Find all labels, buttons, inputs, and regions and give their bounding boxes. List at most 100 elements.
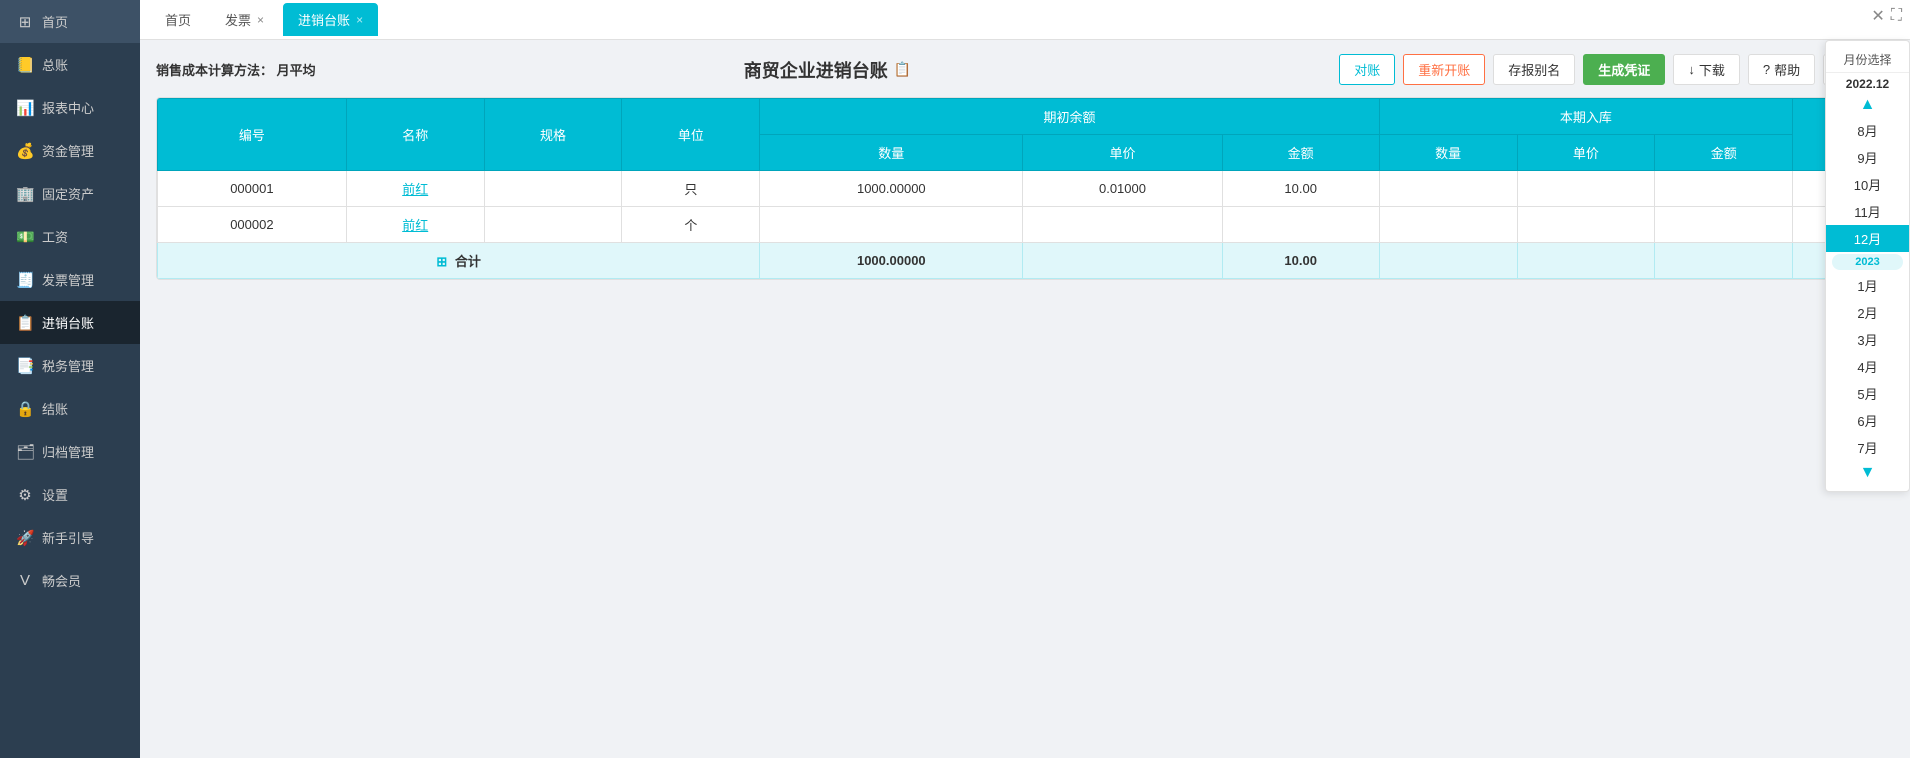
- month-item-11[interactable]: 11月: [1826, 198, 1909, 225]
- tab-purchase-sales[interactable]: 进销台账 ×: [283, 3, 378, 36]
- tab-purchase-sales-close[interactable]: ×: [356, 13, 363, 27]
- sidebar-label-tax: 税务管理: [42, 356, 94, 375]
- sidebar-item-tax[interactable]: 📑 税务管理: [0, 344, 140, 387]
- generate-button[interactable]: 生成凭证: [1583, 54, 1665, 85]
- save-as-button[interactable]: 存报别名: [1493, 54, 1575, 85]
- row1-start-qty: 1000.00000: [760, 171, 1023, 207]
- month-item-4[interactable]: 4月: [1826, 353, 1909, 380]
- toolbar-buttons: 对账 重新开账 存报别名 生成凭证 ↓ 下载 ? 帮助: [1339, 54, 1894, 85]
- row1-name[interactable]: 前红: [346, 171, 484, 207]
- row2-in-amount: [1655, 207, 1793, 243]
- month-item-9[interactable]: 9月: [1826, 144, 1909, 171]
- sidebar-item-salary[interactable]: 💵 工资: [0, 215, 140, 258]
- sidebar-item-close[interactable]: 🔒 结账: [0, 387, 140, 430]
- row1-start-amount: 10.00: [1222, 171, 1379, 207]
- ledger-icon: 📒: [16, 56, 34, 74]
- row2-spec: [484, 207, 622, 243]
- archive-icon: 🗂: [16, 443, 34, 461]
- sidebar-label-close: 结账: [42, 399, 68, 418]
- info-bar: 销售成本计算方法： 月平均 商贸企业进销台账 📋 对账 重新开账 存报别名 生成…: [156, 54, 1894, 85]
- month-item-5[interactable]: 5月: [1826, 380, 1909, 407]
- tab-purchase-sales-label: 进销台账: [298, 10, 350, 29]
- total-start-amount: 10.00: [1222, 243, 1379, 279]
- sidebar-item-guide[interactable]: 🚀 新手引导: [0, 516, 140, 559]
- row2-start-price: [1023, 207, 1222, 243]
- sidebar-item-invoice-mgmt[interactable]: 🧾 发票管理: [0, 258, 140, 301]
- month-picker-up-arrow[interactable]: ▲: [1826, 93, 1909, 117]
- month-item-3[interactable]: 3月: [1826, 326, 1909, 353]
- tab-home[interactable]: 首页: [150, 3, 206, 36]
- settings-icon: ⚙: [16, 486, 34, 504]
- row1-spec: [484, 171, 622, 207]
- sidebar-item-assets[interactable]: 🏢 固定资产: [0, 172, 140, 215]
- col-start-price: 单价: [1023, 135, 1222, 171]
- sidebar-item-member[interactable]: V 畅会员: [0, 559, 140, 602]
- reports-icon: 📊: [16, 99, 34, 117]
- row1-code: 000001: [158, 171, 347, 207]
- main-content: ✕ ⛶ 首页 发票 × 进销台账 × 销售成本计算方法： 月平均 商贸企业进销台…: [140, 0, 1910, 758]
- sidebar-item-settings[interactable]: ⚙ 设置: [0, 473, 140, 516]
- row1-start-price: 0.01000: [1023, 171, 1222, 207]
- month-picker-year-2023: 2023: [1832, 254, 1903, 270]
- table-row: 000001 前红 只 1000.00000 0.01000 10.00: [158, 171, 1893, 207]
- cost-method-value: 月平均: [277, 63, 316, 78]
- row2-in-price: [1517, 207, 1655, 243]
- row2-code: 000002: [158, 207, 347, 243]
- sidebar-label-purchase-sales: 进销台账: [42, 313, 94, 332]
- sidebar-item-reports[interactable]: 📊 报表中心: [0, 86, 140, 129]
- help-icon: ?: [1763, 62, 1770, 77]
- sidebar-item-funds[interactable]: 💰 资金管理: [0, 129, 140, 172]
- month-picker-down-arrow[interactable]: ▼: [1826, 461, 1909, 485]
- sidebar-item-ledger[interactable]: 📒 总账: [0, 43, 140, 86]
- month-item-1[interactable]: 1月: [1826, 272, 1909, 299]
- month-item-7[interactable]: 7月: [1826, 434, 1909, 461]
- col-in-qty: 数量: [1379, 135, 1517, 171]
- guide-icon: 🚀: [16, 529, 34, 547]
- edit-title-icon[interactable]: 📋: [894, 61, 911, 78]
- window-close-button[interactable]: ✕: [1871, 6, 1884, 26]
- col-current-in: 本期入库: [1379, 99, 1793, 135]
- sidebar-item-purchase-sales[interactable]: 📋 进销台账: [0, 301, 140, 344]
- tabs-bar: 首页 发票 × 进销台账 ×: [140, 0, 1910, 40]
- page-title: 商贸企业进销台账 📋: [744, 57, 911, 83]
- month-item-10[interactable]: 10月: [1826, 171, 1909, 198]
- row2-name[interactable]: 前红: [346, 207, 484, 243]
- row2-unit: 个: [622, 207, 760, 243]
- tab-invoice-label: 发票: [225, 10, 251, 29]
- month-item-6[interactable]: 6月: [1826, 407, 1909, 434]
- tab-invoice[interactable]: 发票 ×: [210, 3, 279, 36]
- help-button[interactable]: ? 帮助: [1748, 54, 1815, 85]
- tab-invoice-close[interactable]: ×: [257, 13, 264, 27]
- total-in-amount: [1655, 243, 1793, 279]
- purchase-sales-table: 编号 名称 规格 单位 期初余额 本期入库 数 数量 单价 金额 数量 单价: [156, 97, 1894, 280]
- home-icon: ⊞: [16, 13, 34, 31]
- col-code: 编号: [158, 99, 347, 171]
- total-in-price: [1517, 243, 1655, 279]
- funds-icon: 💰: [16, 142, 34, 160]
- sidebar-item-home[interactable]: ⊞ 首页: [0, 0, 140, 43]
- sidebar-label-settings: 设置: [42, 485, 68, 504]
- sidebar-label-member: 畅会员: [42, 571, 81, 590]
- invoice-mgmt-icon: 🧾: [16, 271, 34, 289]
- col-start-qty: 数量: [760, 135, 1023, 171]
- salary-icon: 💵: [16, 228, 34, 246]
- month-item-12[interactable]: 12月: [1826, 225, 1909, 252]
- generate-label: 生成凭证: [1598, 60, 1650, 79]
- sidebar-label-invoice-mgmt: 发票管理: [42, 270, 94, 289]
- col-name: 名称: [346, 99, 484, 171]
- cost-method-info: 销售成本计算方法： 月平均: [156, 60, 316, 79]
- reconcile-button[interactable]: 对账: [1339, 54, 1395, 85]
- total-start-qty: 1000.00000: [760, 243, 1023, 279]
- row1-in-qty: [1379, 171, 1517, 207]
- row1-in-price: [1517, 171, 1655, 207]
- cost-method-label: 销售成本计算方法：: [156, 63, 273, 78]
- sidebar-item-archive[interactable]: 🗂 归档管理: [0, 430, 140, 473]
- download-button[interactable]: ↓ 下载: [1673, 54, 1740, 85]
- sidebar-label-home: 首页: [42, 12, 68, 31]
- month-item-8[interactable]: 8月: [1826, 117, 1909, 144]
- reconcile-label: 对账: [1354, 60, 1380, 79]
- reset-button[interactable]: 重新开账: [1403, 54, 1485, 85]
- window-maximize-button[interactable]: ⛶: [1891, 7, 1902, 25]
- month-item-2[interactable]: 2月: [1826, 299, 1909, 326]
- sidebar-label-salary: 工资: [42, 227, 68, 246]
